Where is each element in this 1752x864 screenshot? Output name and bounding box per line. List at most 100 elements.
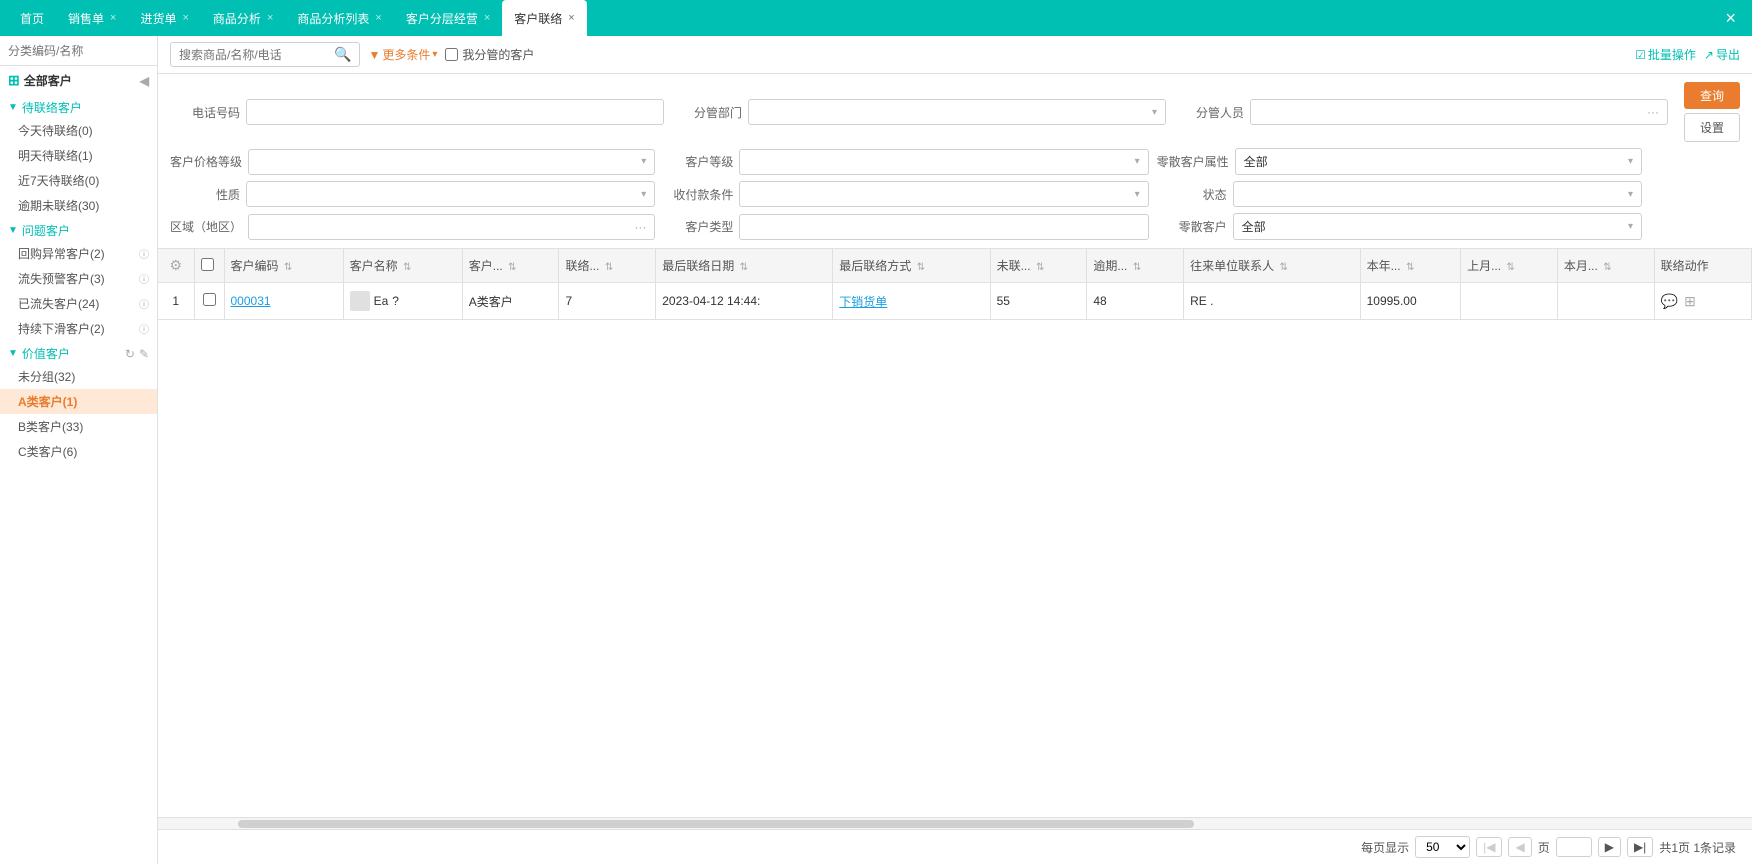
my-customers-checkbox-area[interactable]: 我分管的客户: [445, 46, 534, 63]
sidebar-group-pending[interactable]: ▼ 待联络客户: [0, 95, 157, 118]
row-last-method[interactable]: 下销货单: [833, 283, 990, 320]
sidebar-item-class-c[interactable]: C类客户(6): [0, 439, 157, 464]
nav-product-analysis-close[interactable]: ×: [267, 12, 273, 24]
th-last-date[interactable]: 最后联络日期 ⇅: [656, 249, 833, 283]
adv-retail-customer-label: 零散客户: [1157, 218, 1227, 235]
th-uncontacted[interactable]: 未联... ⇅: [990, 249, 1087, 283]
adv-customer-tier-select[interactable]: ▾: [739, 149, 1148, 175]
filter-search-input[interactable]: [179, 48, 334, 62]
filter-more-btn[interactable]: ▼ 更多条件 ▾: [368, 46, 437, 63]
last-month-sort-icon[interactable]: ⇅: [1506, 262, 1514, 273]
adv-retail-attr-select[interactable]: 全部 ▾: [1235, 148, 1642, 175]
nav-purchase-close[interactable]: ×: [182, 12, 188, 24]
code-sort-icon[interactable]: ⇅: [284, 262, 292, 273]
adv-status-select[interactable]: ▾: [1233, 181, 1642, 207]
this-month-sort-icon[interactable]: ⇅: [1603, 262, 1611, 273]
adv-manager-select[interactable]: ···: [1250, 99, 1668, 125]
sidebar-all-customers[interactable]: ⊞ 全部客户 ◀: [0, 66, 157, 95]
adv-customer-type-select[interactable]: [739, 214, 1148, 240]
name-sort-icon[interactable]: ⇅: [403, 262, 411, 273]
select-all-checkbox[interactable]: [201, 258, 214, 271]
adv-dept-select[interactable]: ▾: [748, 99, 1166, 125]
sidebar-item-7days[interactable]: 近7天待联络(0): [0, 168, 157, 193]
settings-button[interactable]: 设置: [1684, 113, 1740, 142]
th-this-year[interactable]: 本年... ⇅: [1360, 249, 1460, 283]
row-select-checkbox[interactable]: [203, 293, 216, 306]
sidebar-item-class-b[interactable]: B类客户(33): [0, 414, 157, 439]
collapse-icon[interactable]: ◀: [140, 74, 149, 88]
th-this-month[interactable]: 本月... ⇅: [1557, 249, 1654, 283]
th-code[interactable]: 客户编码 ⇅: [224, 249, 343, 283]
sidebar-item-ungrouped[interactable]: 未分组(32): [0, 364, 157, 389]
sidebar-item-repurchase-abnormal[interactable]: 回购异常客户(2) ⓘ: [0, 241, 157, 266]
query-button[interactable]: 查询: [1684, 82, 1740, 109]
nav-product-analysis-list-close[interactable]: ×: [375, 12, 381, 24]
adv-price-tier-select[interactable]: ▾: [248, 149, 655, 175]
batch-op-btn[interactable]: ☑ 批量操作: [1635, 46, 1696, 63]
col-settings-icon[interactable]: ⚙: [169, 257, 182, 273]
th-last-method[interactable]: 最后联络方式 ⇅: [833, 249, 990, 283]
nav-sales[interactable]: 销售单 ×: [56, 0, 128, 36]
adv-nature-select[interactable]: ▾: [246, 181, 655, 207]
nav-customer-contact-close[interactable]: ×: [568, 12, 574, 24]
contact2-sort-icon[interactable]: ⇅: [1280, 262, 1288, 273]
prev-page-btn[interactable]: ◀: [1508, 837, 1531, 857]
th-type[interactable]: 客户... ⇅: [462, 249, 559, 283]
horizontal-scrollbar[interactable]: [158, 817, 1752, 829]
adv-retail-customer-field: 零散客户 全部 ▾: [1157, 213, 1642, 240]
group-refresh-icon[interactable]: ↻: [125, 347, 135, 361]
last-page-btn[interactable]: ▶|: [1627, 837, 1653, 857]
adv-region-select[interactable]: ···: [248, 214, 655, 240]
nav-product-analysis[interactable]: 商品分析 ×: [201, 0, 285, 36]
nav-customer-tier[interactable]: 客户分层经营 ×: [394, 0, 502, 36]
last-method-sort-icon[interactable]: ⇅: [917, 262, 925, 273]
contact-sort-icon[interactable]: ⇅: [605, 262, 613, 273]
next-page-btn[interactable]: ▶: [1598, 837, 1621, 857]
row-chat-icon[interactable]: 💬: [1661, 293, 1678, 310]
sidebar-group-problem[interactable]: ▼ 问题客户: [0, 218, 157, 241]
th-overdue[interactable]: 逾期... ⇅: [1087, 249, 1184, 283]
sidebar-group-value[interactable]: ▼ 价值客户 ↻ ✎: [0, 341, 157, 364]
overdue-sort-icon[interactable]: ⇅: [1133, 262, 1141, 273]
per-page-select[interactable]: 50 20 100: [1415, 836, 1470, 858]
window-close[interactable]: ×: [1717, 8, 1744, 29]
export-btn[interactable]: ↗ 导出: [1704, 46, 1740, 63]
adv-payment-select[interactable]: ▾: [739, 181, 1148, 207]
sidebar-search-input[interactable]: [8, 44, 158, 58]
type-sort-icon[interactable]: ⇅: [508, 262, 516, 273]
nav-customer-contact[interactable]: 客户联络 ×: [502, 0, 586, 36]
uncontacted-sort-icon[interactable]: ⇅: [1036, 262, 1044, 273]
sidebar-item-churned[interactable]: 已流失客户(24) ⓘ: [0, 291, 157, 316]
sidebar-item-declining[interactable]: 持续下滑客户(2) ⓘ: [0, 316, 157, 341]
nav-sales-close[interactable]: ×: [110, 12, 116, 24]
this-year-sort-icon[interactable]: ⇅: [1406, 262, 1414, 273]
first-page-btn[interactable]: |◀: [1476, 837, 1502, 857]
row-uncontacted: 55: [990, 283, 1087, 320]
row-grid-icon[interactable]: ⊞: [1684, 293, 1696, 310]
sidebar-item-class-a[interactable]: A类客户(1): [0, 389, 157, 414]
nav-home[interactable]: 首页: [8, 0, 56, 36]
adv-phone-input[interactable]: [246, 99, 664, 125]
th-last-month[interactable]: 上月... ⇅: [1461, 249, 1558, 283]
row-code[interactable]: 000031: [224, 283, 343, 320]
nav-purchase[interactable]: 进货单 ×: [128, 0, 200, 36]
nav-customer-tier-close[interactable]: ×: [484, 12, 490, 24]
group-edit-icon[interactable]: ✎: [139, 347, 149, 361]
filter-search-icon[interactable]: 🔍: [334, 46, 351, 63]
manager-dots-icon[interactable]: ···: [1647, 105, 1659, 119]
adv-retail-customer-select[interactable]: 全部 ▾: [1233, 213, 1642, 240]
my-customers-checkbox[interactable]: [445, 48, 458, 61]
last-date-sort-icon[interactable]: ⇅: [740, 262, 748, 273]
sidebar-item-today[interactable]: 今天待联络(0): [0, 118, 157, 143]
scrollbar-thumb[interactable]: [238, 820, 1194, 828]
th-contact2[interactable]: 往来单位联系人 ⇅: [1184, 249, 1360, 283]
adv-dept-field: 分管部门 ▾: [672, 99, 1166, 125]
sidebar-item-churn-warning[interactable]: 流失预警客户(3) ⓘ: [0, 266, 157, 291]
th-name[interactable]: 客户名称 ⇅: [343, 249, 462, 283]
page-input[interactable]: 1: [1556, 837, 1592, 857]
sidebar-item-overdue[interactable]: 逾期未联络(30): [0, 193, 157, 218]
th-contact[interactable]: 联络... ⇅: [559, 249, 656, 283]
nav-product-analysis-list[interactable]: 商品分析列表 ×: [285, 0, 393, 36]
region-dots-icon[interactable]: ···: [634, 220, 646, 234]
sidebar-item-tomorrow[interactable]: 明天待联络(1): [0, 143, 157, 168]
